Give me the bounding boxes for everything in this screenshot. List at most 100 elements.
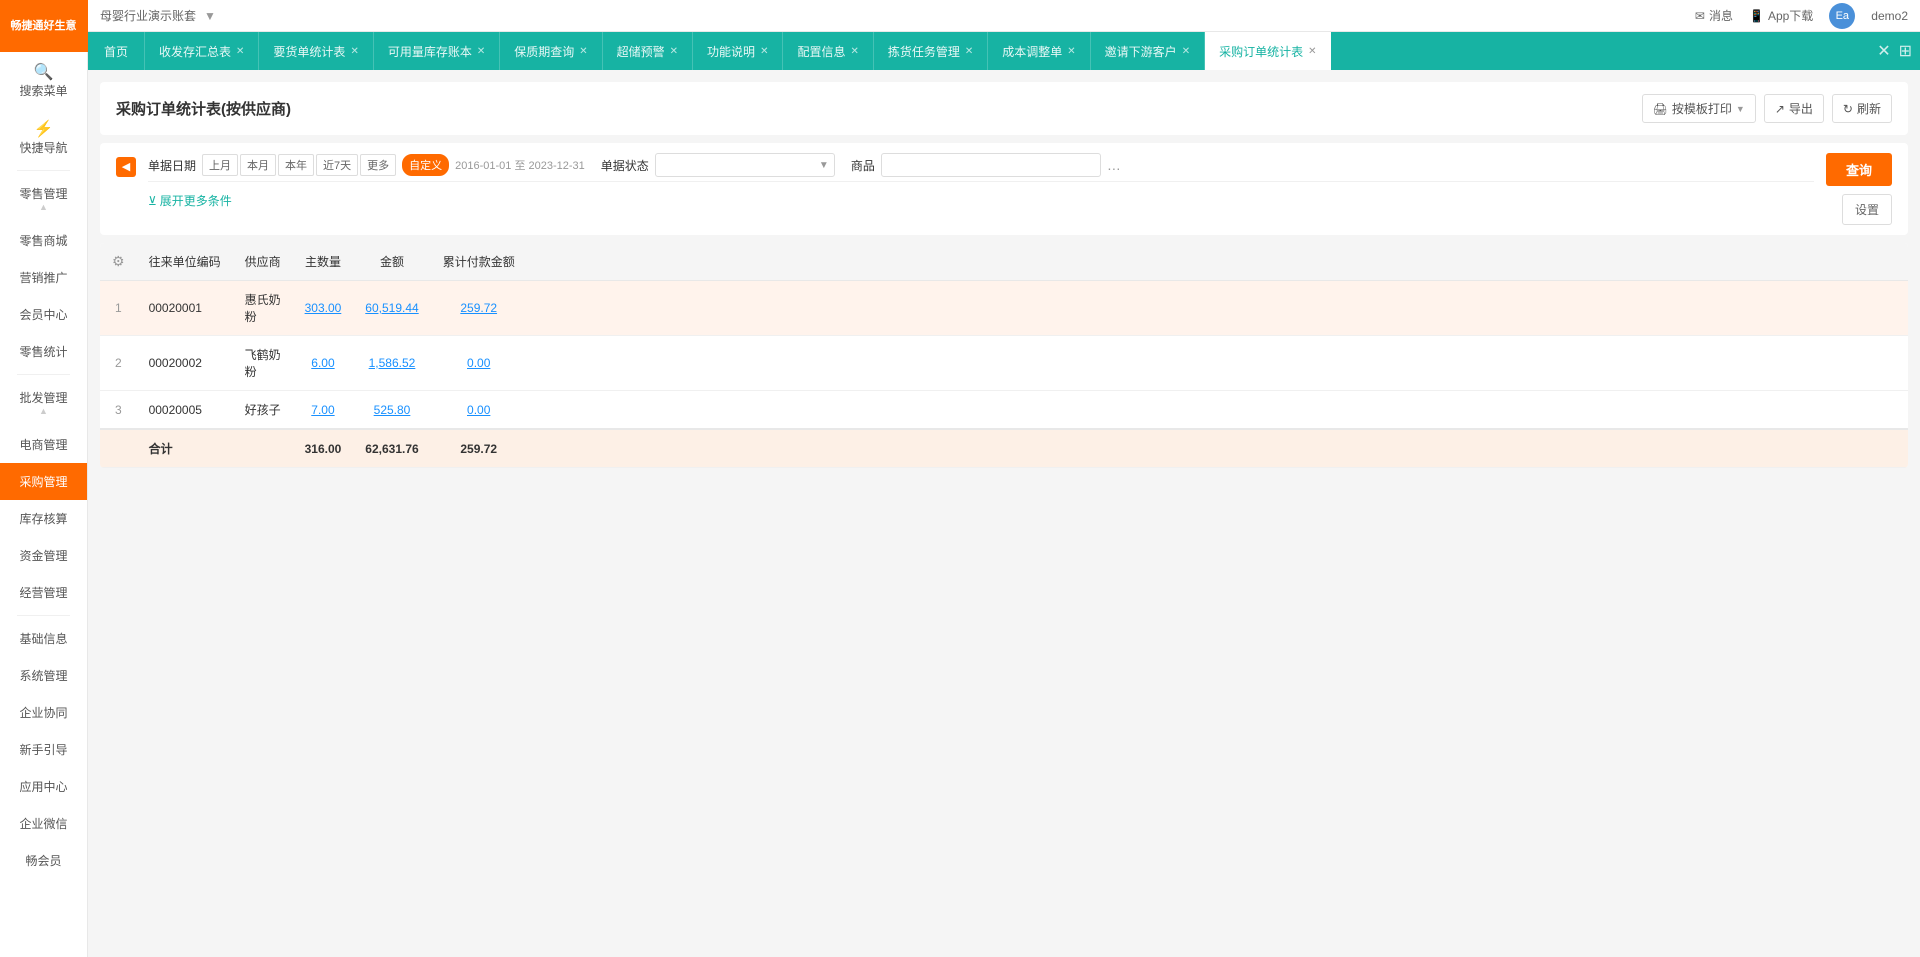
nav-tabs: 首页 收发存汇总表 ✕ 要货单统计表 ✕ 可用量库存账本 ✕ 保质期查询 ✕ 超…	[88, 32, 1920, 70]
cell-supplier: 好孩子	[233, 391, 293, 430]
date-shortcut-more[interactable]: 更多	[360, 154, 396, 176]
export-label: 导出	[1789, 100, 1813, 117]
qty-link[interactable]: 7.00	[311, 403, 334, 417]
date-label: 单据日期	[148, 157, 196, 174]
tab-receive-summary-close[interactable]: ✕	[236, 46, 244, 57]
tab-pick-tasks[interactable]: 拣货任务管理 ✕	[874, 32, 988, 70]
tab-config-info-label: 配置信息	[797, 43, 845, 60]
sidebar-item-basic-info[interactable]: 基础信息	[0, 620, 87, 657]
sidebar-item-operations[interactable]: 经营管理	[0, 574, 87, 611]
sidebar-item-retail-mall[interactable]: 零售商城	[0, 222, 87, 259]
logo: 畅捷通好生意	[0, 0, 88, 52]
workspace-dropdown-icon[interactable]: ▼	[204, 9, 216, 23]
tab-purchase-order-stats[interactable]: 采购订单统计表 ✕	[1205, 32, 1331, 70]
sidebar-item-marketing[interactable]: 营销推广	[0, 259, 87, 296]
sidebar-item-enterprise[interactable]: 企业协同	[0, 694, 87, 731]
tab-config-info-close[interactable]: ✕	[850, 46, 858, 57]
tab-available-stock[interactable]: 可用量库存账本 ✕	[374, 32, 500, 70]
gear-icon[interactable]: ⚙	[112, 253, 125, 269]
amount-link[interactable]: 525.80	[374, 403, 411, 417]
sidebar-item-sys-mgmt[interactable]: 系统管理	[0, 657, 87, 694]
table-row[interactable]: 2 00020002 飞鹤奶粉 6.00 1,586.52 0.00	[100, 336, 1908, 391]
sidebar-item-ecommerce[interactable]: 电商管理	[0, 426, 87, 463]
tab-receive-summary[interactable]: 收发存汇总表 ✕	[145, 32, 259, 70]
avatar[interactable]: Ea	[1829, 3, 1855, 29]
date-custom-tag[interactable]: 自定义	[402, 154, 449, 176]
sidebar-item-enterprise-wx[interactable]: 企业微信	[0, 805, 87, 842]
expand-icon: ⊻	[148, 194, 157, 208]
tab-func-desc-close[interactable]: ✕	[760, 46, 768, 57]
tab-pick-tasks-close[interactable]: ✕	[965, 46, 973, 57]
print-button[interactable]: 🖨 按模板打印 ▼	[1642, 94, 1756, 123]
date-shortcut-last-month[interactable]: 上月	[202, 154, 238, 176]
expand-tabs-btn[interactable]: ⊞	[1899, 41, 1912, 61]
sidebar-item-purchase-mgmt[interactable]: 采购管理	[0, 463, 87, 500]
goods-input[interactable]	[881, 153, 1101, 177]
tab-expiry-query-label: 保质期查询	[514, 43, 574, 60]
sidebar-item-inventory[interactable]: 库存核算	[0, 500, 87, 537]
close-all-tabs-btn[interactable]: ✕	[1877, 41, 1890, 61]
collapse-filter-btn[interactable]: ◀	[116, 157, 136, 177]
amount-link[interactable]: 60,519.44	[365, 301, 418, 315]
export-button[interactable]: ↗ 导出	[1764, 94, 1824, 123]
tab-invite-downstream-close[interactable]: ✕	[1182, 46, 1190, 57]
expand-conditions-btn[interactable]: ⊻ 展开更多条件	[148, 186, 1814, 211]
sidebar-item-members[interactable]: 畅会员	[0, 842, 87, 879]
tab-cost-adjust[interactable]: 成本调整单 ✕	[988, 32, 1090, 70]
tab-purchase-order-stats-close[interactable]: ✕	[1308, 46, 1316, 57]
date-shortcut-this-year[interactable]: 本年	[278, 154, 314, 176]
sidebar-item-finance[interactable]: 资金管理	[0, 537, 87, 574]
status-select-wrapper: ▼	[655, 153, 835, 177]
amount-link[interactable]: 1,586.52	[369, 356, 416, 370]
title-actions: 🖨 按模板打印 ▼ ↗ 导出 ↻ 刷新	[1642, 94, 1892, 123]
sidebar-item-quick-nav[interactable]: ⚡ 快捷导航	[0, 109, 87, 166]
status-select[interactable]	[655, 153, 835, 177]
paid-link[interactable]: 0.00	[467, 403, 490, 417]
app-download-btn[interactable]: 📱 App下载	[1749, 7, 1813, 24]
status-filter-group: 单据状态 ▼	[601, 153, 835, 177]
sidebar-item-search[interactable]: 🔍 搜索菜单	[0, 52, 87, 109]
paid-link[interactable]: 0.00	[467, 356, 490, 370]
content-area: 采购订单统计表(按供应商) 🖨 按模板打印 ▼ ↗ 导出 ↻ 刷新	[88, 70, 1920, 957]
sidebar-item-app-center[interactable]: 应用中心	[0, 768, 87, 805]
tab-expiry-query-close[interactable]: ✕	[579, 46, 587, 57]
workspace-label: 母婴行业演示账套 ▼	[100, 7, 216, 24]
tab-func-desc[interactable]: 功能说明 ✕	[693, 32, 783, 70]
col-header-extra	[527, 243, 1908, 281]
sidebar-item-retail-stats[interactable]: 零售统计	[0, 333, 87, 370]
settings-button[interactable]: 设置	[1842, 194, 1892, 225]
query-button[interactable]: 查询	[1826, 153, 1892, 186]
tab-overstock[interactable]: 超储预警 ✕	[603, 32, 693, 70]
qty-link[interactable]: 6.00	[311, 356, 334, 370]
cell-amount: 1,586.52	[353, 336, 430, 391]
sidebar-item-new-guide[interactable]: 新手引导	[0, 731, 87, 768]
tab-order-stats[interactable]: 要货单统计表 ✕	[259, 32, 373, 70]
app-label: App下载	[1768, 7, 1813, 24]
goods-more-icon[interactable]: …	[1107, 157, 1121, 173]
date-shortcut-this-month[interactable]: 本月	[240, 154, 276, 176]
tab-available-stock-close[interactable]: ✕	[477, 46, 485, 57]
cell-extra	[527, 336, 1908, 391]
sidebar-item-retail-mgmt[interactable]: 零售管理 ▲	[0, 175, 87, 222]
tab-expiry-query[interactable]: 保质期查询 ✕	[500, 32, 602, 70]
date-shortcuts: 上月 本月 本年 近7天 更多	[202, 154, 396, 176]
sidebar-item-wholesale-mgmt[interactable]: 批发管理 ▲	[0, 379, 87, 426]
tab-config-info[interactable]: 配置信息 ✕	[783, 32, 873, 70]
messages-btn[interactable]: ✉ 消息	[1695, 7, 1733, 24]
cell-qty: 303.00	[293, 281, 354, 336]
tab-overstock-close[interactable]: ✕	[670, 46, 678, 57]
table-row[interactable]: 1 00020001 惠氏奶粉 303.00 60,519.44 259.72	[100, 281, 1908, 336]
date-shortcut-7-days[interactable]: 近7天	[316, 154, 358, 176]
refresh-button[interactable]: ↻ 刷新	[1832, 94, 1892, 123]
tab-invite-downstream[interactable]: 邀请下游客户 ✕	[1091, 32, 1205, 70]
qty-link[interactable]: 303.00	[305, 301, 342, 315]
table-row[interactable]: 3 00020005 好孩子 7.00 525.80 0.00	[100, 391, 1908, 430]
sidebar-item-member-center[interactable]: 会员中心	[0, 296, 87, 333]
paid-link[interactable]: 259.72	[460, 301, 497, 315]
tab-cost-adjust-close[interactable]: ✕	[1067, 46, 1075, 57]
sidebar: 畅捷通好生意 🔍 搜索菜单 ⚡ 快捷导航 零售管理 ▲ 零售商城 营销推广 会员…	[0, 0, 88, 957]
cell-extra	[527, 391, 1908, 430]
table-footer: 合计 316.00 62,631.76 259.72	[100, 429, 1908, 468]
tab-order-stats-close[interactable]: ✕	[350, 46, 358, 57]
tab-home[interactable]: 首页	[88, 32, 145, 70]
